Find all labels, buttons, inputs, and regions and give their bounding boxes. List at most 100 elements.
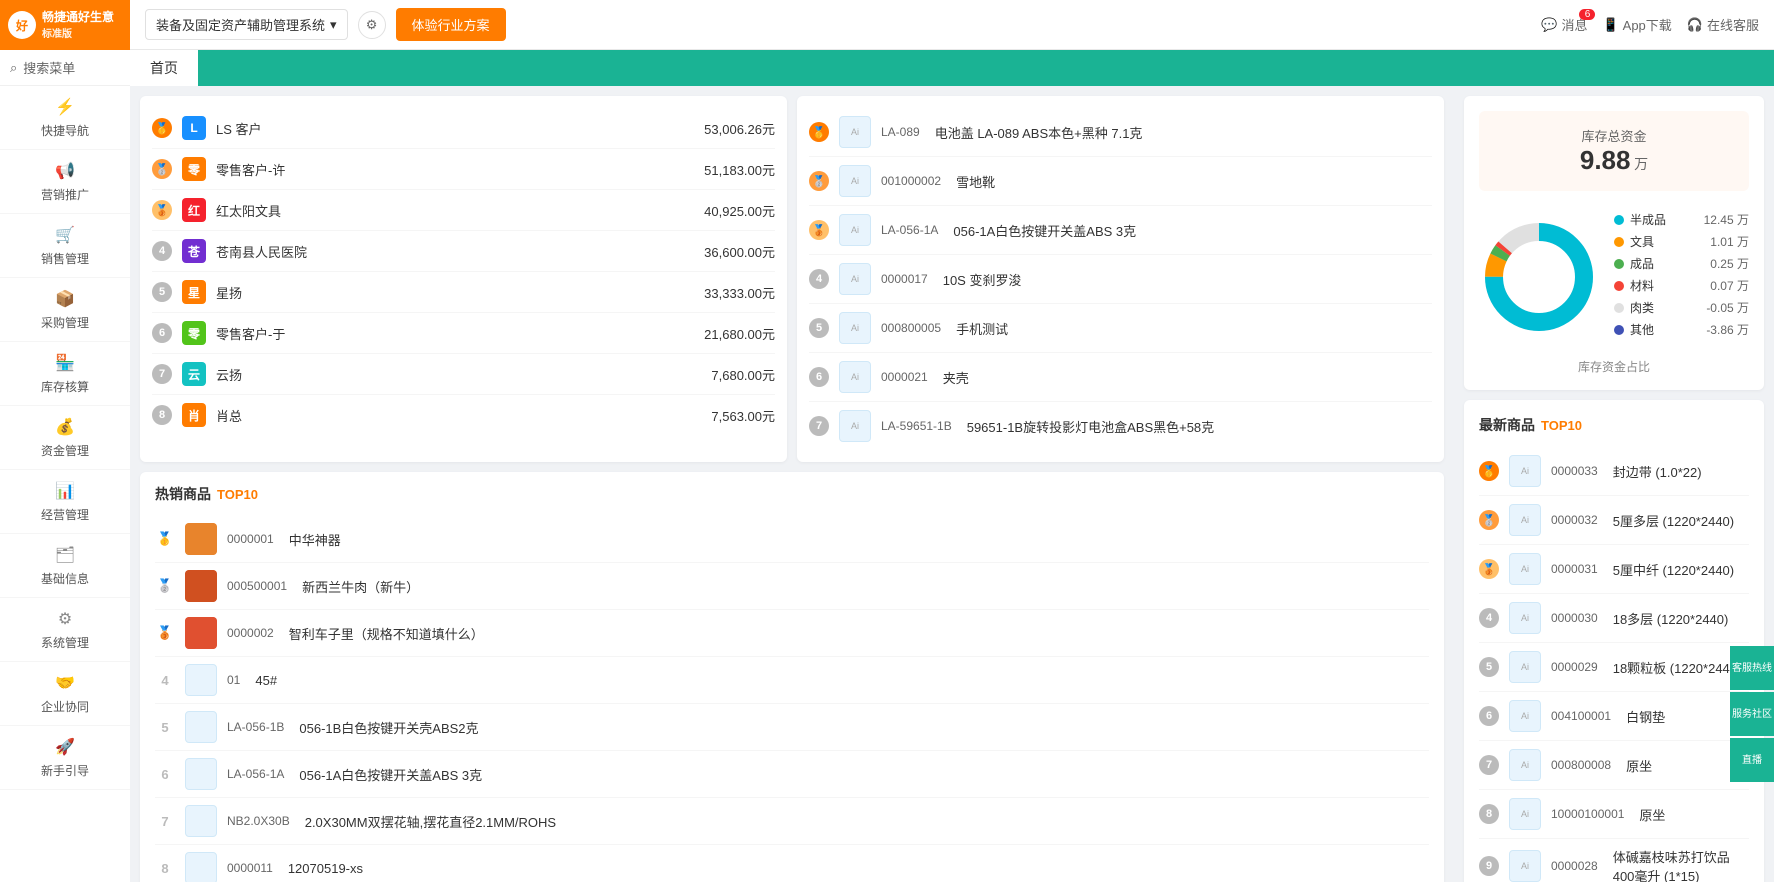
list-item: 6 零 零售客户-于 21,680.00元	[152, 313, 775, 354]
tab-home[interactable]: 首页	[130, 50, 198, 86]
hot-prod-img-1	[185, 523, 217, 555]
logo-icon: 好	[8, 11, 36, 39]
hot-products-title: 热销商品 TOP10	[155, 484, 1429, 504]
sidebar: 好 畅捷通好生意 标准版 ⌕ 搜索菜单 ⚡ 快捷导航 📢 营销推广 🛒 销售管理…	[0, 0, 130, 882]
customer-name-2: 零售客户-许	[216, 160, 694, 179]
legend-name-other: 其他	[1630, 321, 1700, 338]
customer-name-8: 肖总	[216, 406, 701, 425]
sidebar-item-marketing[interactable]: 📢 营销推广	[0, 150, 130, 214]
sidebar-item-quicknav[interactable]: ⚡ 快捷导航	[0, 86, 130, 150]
hot-product-item-5: 5 LA-056-1B 056-1B白色按键开关壳ABS2克	[155, 704, 1429, 751]
legend-meat: 肉类 -0.05 万	[1614, 299, 1749, 316]
sidebar-logo: 好 畅捷通好生意 标准版	[0, 0, 130, 50]
basics-label: 基础信息	[41, 570, 89, 587]
new-prod-name-9: 体碱嘉枝味苏打饮品400毫升 (1*15)	[1613, 847, 1749, 882]
sidebar-item-basics[interactable]: 🗂 基础信息	[0, 534, 130, 598]
legend-value-other: -3.86 万	[1706, 321, 1749, 338]
cooperation-icon: 🤝	[54, 672, 76, 694]
rank-medal-2: 🥈	[152, 159, 172, 179]
prod-img-1: Ai	[839, 116, 871, 148]
marketing-icon: 📢	[54, 160, 76, 182]
app-download-button[interactable]: 📱 App下载	[1602, 15, 1671, 34]
prod-img-5: Ai	[839, 312, 871, 344]
quicknav-label: 快捷导航	[41, 122, 89, 139]
new-rank-9: 9	[1479, 856, 1499, 876]
sidebar-item-finance[interactable]: 💰 资金管理	[0, 406, 130, 470]
sidebar-item-purchase[interactable]: 📦 采购管理	[0, 278, 130, 342]
prod-rank-4: 4	[809, 269, 829, 289]
legend-dot-stationery	[1614, 237, 1624, 247]
legend-semifinished: 半成品 12.45 万	[1614, 211, 1749, 228]
header-actions: 💬 消息 6 📱 App下载 🎧 在线客服	[1541, 15, 1759, 34]
guide-icon: 🚀	[54, 736, 76, 758]
prod-code-6: 0000021	[881, 370, 928, 384]
customer-avatar-5: 星	[182, 280, 206, 304]
hot-prod-code-2: 000500001	[227, 579, 287, 593]
inventory-total-unit: 万	[1634, 156, 1648, 172]
sales-icon: 🛒	[54, 224, 76, 246]
cs-hotline-button[interactable]: 客服热线	[1730, 646, 1774, 690]
legend-name-stationery: 文具	[1630, 233, 1704, 250]
prod-img-2: Ai	[839, 165, 871, 197]
customer-name-6: 零售客户-于	[216, 324, 694, 343]
sidebar-item-guide[interactable]: 🚀 新手引导	[0, 726, 130, 790]
new-prod-name-4: 18多层 (1220*2440)	[1613, 609, 1749, 628]
settings-button[interactable]: ⚙	[358, 11, 386, 39]
list-item: 🥈 零 零售客户-许 51,183.00元	[152, 149, 775, 190]
purchase-label: 采购管理	[41, 314, 89, 331]
hot-prod-code-8: 0000011	[227, 861, 273, 875]
customer-name-4: 苍南县人民医院	[216, 242, 694, 261]
left-panel: 🥇 L LS 客户 53,006.26元 🥈 零 零售客户-许 51,183.0…	[130, 86, 1454, 882]
cs-community-button[interactable]: 服务社区	[1730, 692, 1774, 736]
hot-rank-8: 8	[155, 858, 175, 878]
rank-7: 7	[152, 364, 172, 384]
marketing-label: 营销推广	[41, 186, 89, 203]
search-menu-item[interactable]: ⌕ 搜索菜单	[0, 50, 130, 86]
new-products-label: 最新商品	[1479, 415, 1535, 435]
inventory-label: 库存核算	[41, 378, 89, 395]
prod-rank-2: 🥈	[809, 171, 829, 191]
hot-prod-img-5	[185, 711, 217, 743]
hot-prod-img-4	[185, 664, 217, 696]
legend-value-semifinished: 12.45 万	[1704, 211, 1749, 228]
hot-prod-img-2	[185, 570, 217, 602]
hot-product-item-3: 🥉 0000002 智利车子里（规格不知道填什么）	[155, 610, 1429, 657]
sidebar-item-operations[interactable]: 📊 经营管理	[0, 470, 130, 534]
customer-avatar-3: 红	[182, 198, 206, 222]
hot-product-item-4: 4 01 45#	[155, 657, 1429, 704]
sidebar-item-cooperation[interactable]: 🤝 企业协同	[0, 662, 130, 726]
hot-prod-code-7: NB2.0X30B	[227, 814, 290, 828]
hot-prod-name-8: 12070519-xs	[288, 861, 1429, 876]
system-label: 系统管理	[41, 634, 89, 651]
new-prod-img-1: Ai	[1509, 455, 1541, 487]
hot-prod-img-3	[185, 617, 217, 649]
hot-prod-name-6: 056-1A白色按键开关盖ABS 3克	[299, 765, 1429, 784]
rank-medal-3: 🥉	[152, 200, 172, 220]
rank-medal-1: 🥇	[152, 118, 172, 138]
cs-live-button[interactable]: 直播	[1730, 738, 1774, 782]
try-button[interactable]: 体验行业方案	[396, 8, 506, 41]
prod-code-1: LA-089	[881, 125, 920, 139]
inventory-donut-chart	[1479, 217, 1599, 337]
online-service-button[interactable]: 🎧 在线客服	[1687, 15, 1759, 34]
prod-name-7: 59651-1B旋转投影灯电池盒ABS黑色+58克	[967, 417, 1432, 436]
legend-dot-material	[1614, 281, 1624, 291]
sidebar-item-inventory[interactable]: 🏪 库存核算	[0, 342, 130, 406]
new-prod-code-7: 000800008	[1551, 758, 1611, 772]
search-icon: ⌕	[10, 60, 17, 76]
hot-products-card: 热销商品 TOP10 🥇 0000001 中华神器 🥈 000	[140, 472, 1444, 882]
legend-name-semifinished: 半成品	[1630, 211, 1698, 228]
messages-button[interactable]: 💬 消息 6	[1541, 15, 1587, 34]
new-prod-name-1: 封边带 (1.0*22)	[1613, 462, 1749, 481]
cs-panel: 客服热线 服务社区 直播	[1730, 646, 1774, 782]
sidebar-item-system[interactable]: ⚙ 系统管理	[0, 598, 130, 662]
system-selector[interactable]: 装备及固定资产辅助管理系统 ▾	[145, 9, 348, 40]
prod-name-4: 10S 变刹罗浚	[943, 270, 1432, 289]
customer-amount-6: 21,680.00元	[704, 324, 775, 343]
prod-rank-5: 5	[809, 318, 829, 338]
hot-medal-1: 🥇	[155, 529, 175, 549]
hot-rank-4: 4	[155, 670, 175, 690]
new-prod-name-3: 5厘中纤 (1220*2440)	[1613, 560, 1749, 579]
logo-title: 畅捷通好生意	[42, 10, 114, 24]
sidebar-item-sales[interactable]: 🛒 销售管理	[0, 214, 130, 278]
